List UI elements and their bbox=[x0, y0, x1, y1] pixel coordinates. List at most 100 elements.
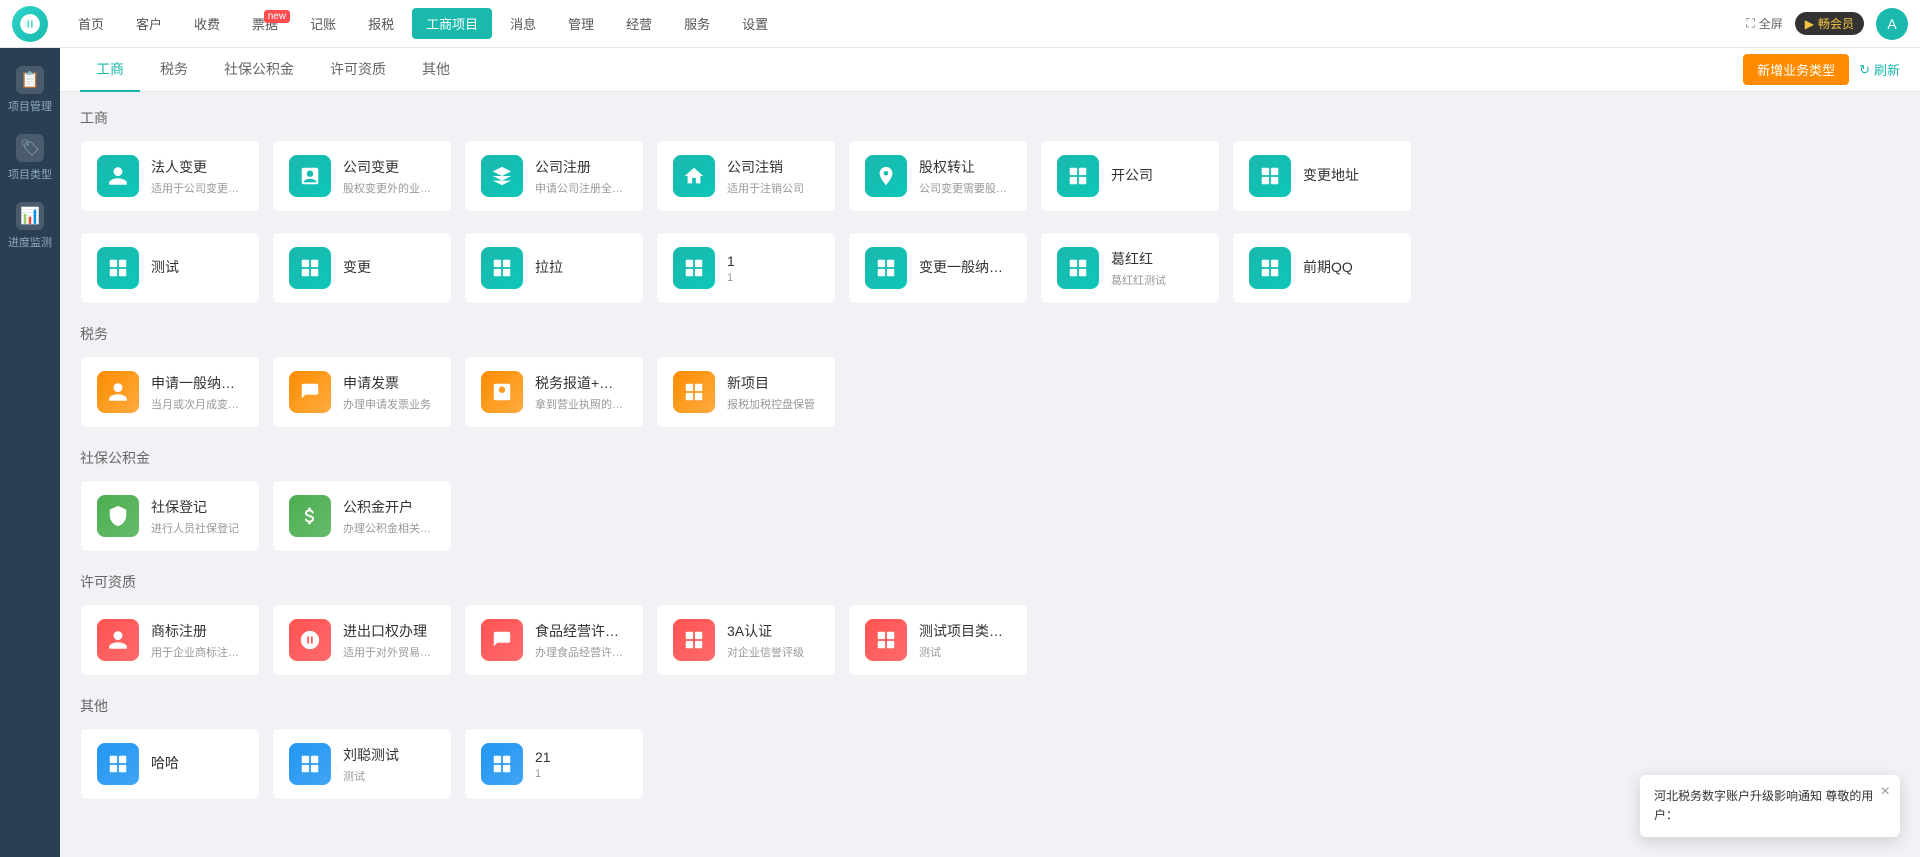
card-3a-renzheng[interactable]: 3A认证 对企业信誉评级 bbox=[656, 604, 836, 676]
lala-icon bbox=[481, 247, 523, 289]
main-content: 工商 税务 社保公积金 许可资质 其他 新增业务类型 ↻ 刷新 工商 法人变更 … bbox=[60, 48, 1920, 857]
tab-other[interactable]: 其他 bbox=[406, 48, 466, 92]
tab-shuiwu[interactable]: 税务 bbox=[144, 48, 204, 92]
nav-manage[interactable]: 管理 bbox=[554, 8, 608, 39]
biangeng-nashuiren-icon bbox=[865, 247, 907, 289]
sidebar-item-project-manage[interactable]: 📋 项目管理 bbox=[0, 56, 60, 124]
card-shangbiao-zhuce[interactable]: 商标注册 用于企业商标注册服务 bbox=[80, 604, 260, 676]
notification-panel: × 河北税务数字账户升级影响通知 尊敬的用户： bbox=[1640, 775, 1900, 837]
shipin-xuke-icon bbox=[481, 619, 523, 661]
card-gehonghong[interactable]: 葛红红 葛红红测试 bbox=[1040, 232, 1220, 304]
biangeng-dizhi-icon bbox=[1249, 155, 1291, 197]
vip-btn[interactable]: ▶ 畅会员 bbox=[1795, 12, 1864, 35]
sidebar-item-project-type[interactable]: 🏷 项目类型 bbox=[0, 124, 60, 192]
card-liucong-ceshi[interactable]: 刘聪测试 测试 bbox=[272, 728, 452, 800]
card-ceshi[interactable]: 测试 bbox=[80, 232, 260, 304]
shuiwu-baodao-icon bbox=[481, 371, 523, 413]
21-icon bbox=[481, 743, 523, 785]
section-gongshang-title: 工商 bbox=[80, 108, 1900, 128]
gehonghong-icon bbox=[1057, 247, 1099, 289]
avatar[interactable]: A bbox=[1876, 8, 1908, 40]
jinchukou-icon bbox=[289, 619, 331, 661]
tabs-right: 新增业务类型 ↻ 刷新 bbox=[1743, 54, 1900, 85]
shangbiao-zhuce-icon bbox=[97, 619, 139, 661]
section-other-title: 其他 bbox=[80, 696, 1900, 716]
project-type-icon: 🏷 bbox=[16, 134, 44, 162]
card-lala[interactable]: 拉拉 bbox=[464, 232, 644, 304]
card-biangeng2[interactable]: 变更 bbox=[272, 232, 452, 304]
refresh-icon: ↻ bbox=[1859, 62, 1870, 78]
nav-tax[interactable]: 报税 bbox=[354, 8, 408, 39]
shebao-dengji-icon bbox=[97, 495, 139, 537]
top-nav: 首页 客户 收费 票据 new 记账 报税 工商项目 消息 管理 经营 服务 设… bbox=[0, 0, 1920, 48]
notification-close-btn[interactable]: × bbox=[1881, 783, 1890, 801]
nav-customer[interactable]: 客户 bbox=[122, 8, 176, 39]
content-area: 工商 法人变更 适用于公司变更法人 公司变更 股权变更外的业务变更 bbox=[60, 92, 1920, 836]
faren-icon bbox=[97, 155, 139, 197]
gongjijin-kaihu-icon bbox=[289, 495, 331, 537]
liucong-ceshi-icon bbox=[289, 743, 331, 785]
faren-info: 法人变更 适用于公司变更法人 bbox=[151, 157, 243, 196]
xuke-cards: 商标注册 用于企业商标注册服务 进出口权办理 适用于对外贸易经营者 食品经营 bbox=[80, 604, 1900, 676]
card-one[interactable]: 1 1 bbox=[656, 232, 836, 304]
nav-message[interactable]: 消息 bbox=[496, 8, 550, 39]
ceshi-xiangmu-icon bbox=[865, 619, 907, 661]
shenqing-nashuiren-icon bbox=[97, 371, 139, 413]
card-ceshi-xiangmu[interactable]: 测试项目类型目定义 测试 bbox=[848, 604, 1028, 676]
progress-monitor-icon: 📊 bbox=[16, 202, 44, 230]
logo[interactable] bbox=[12, 6, 48, 42]
nav-service[interactable]: 服务 bbox=[670, 8, 724, 39]
card-gongjijin-kaihu[interactable]: 公积金开户 办理公积金相关业务 bbox=[272, 480, 452, 552]
card-qianqi-qq[interactable]: 前期QQ bbox=[1232, 232, 1412, 304]
vip-icon: ▶ bbox=[1805, 17, 1814, 31]
card-gongsi-zhuxiao[interactable]: 公司注销 适用于注销公司 bbox=[656, 140, 836, 212]
gongsi-zhuxiao-icon bbox=[673, 155, 715, 197]
xin-xiangmu-icon bbox=[673, 371, 715, 413]
nav-fee[interactable]: 收费 bbox=[180, 8, 234, 39]
nav-bookkeeping[interactable]: 记账 bbox=[296, 8, 350, 39]
card-haha[interactable]: 哈哈 bbox=[80, 728, 260, 800]
guquan-icon bbox=[865, 155, 907, 197]
tab-gongshang[interactable]: 工商 bbox=[80, 48, 140, 92]
card-shipin-xuke[interactable]: 食品经营许可证 办理食品经营许可证 bbox=[464, 604, 644, 676]
haha-icon bbox=[97, 743, 139, 785]
card-shenqing-fapiao[interactable]: 申请发票 办理申请发票业务 bbox=[272, 356, 452, 428]
gongsi-biangeng-icon bbox=[289, 155, 331, 197]
card-shuiwu-baodao[interactable]: 税务报道+记账 拿到营业执照的新公司 bbox=[464, 356, 644, 428]
nav-settings[interactable]: 设置 bbox=[728, 8, 782, 39]
fullscreen-btn[interactable]: ⛶ 全屏 bbox=[1746, 15, 1782, 32]
gongsi-biangeng-info: 公司变更 股权变更外的业务变更 bbox=[343, 157, 435, 196]
tab-xuke[interactable]: 许可资质 bbox=[314, 48, 402, 92]
card-xin-xiangmu[interactable]: 新项目 报税加税控盘保管 bbox=[656, 356, 836, 428]
nav-gongshang[interactable]: 工商项目 bbox=[412, 8, 492, 39]
card-biangeng-dizhi[interactable]: 变更地址 bbox=[1232, 140, 1412, 212]
shenqing-fapiao-icon bbox=[289, 371, 331, 413]
card-21[interactable]: 21 1 bbox=[464, 728, 644, 800]
add-business-type-btn[interactable]: 新增业务类型 bbox=[1743, 54, 1849, 85]
nav-right: ⛶ 全屏 ▶ 畅会员 A bbox=[1746, 8, 1908, 40]
notification-text: 河北税务数字账户升级影响通知 尊敬的用户： bbox=[1654, 787, 1886, 825]
card-shebao-dengji[interactable]: 社保登记 进行人员社保登记 bbox=[80, 480, 260, 552]
sidebar: 📋 项目管理 🏷 项目类型 📊 进度监测 bbox=[0, 48, 60, 857]
card-gongsi-zhuce[interactable]: 公司注册 申请公司注册全流程 bbox=[464, 140, 644, 212]
gongsi-zhuce-icon bbox=[481, 155, 523, 197]
card-gongsi-biangeng[interactable]: 公司变更 股权变更外的业务变更 bbox=[272, 140, 452, 212]
shebao-cards: 社保登记 进行人员社保登记 公积金开户 办理公积金相关业务 bbox=[80, 480, 1900, 552]
section-xuke-title: 许可资质 bbox=[80, 572, 1900, 592]
card-faren-biangeng[interactable]: 法人变更 适用于公司变更法人 bbox=[80, 140, 260, 212]
card-kai-gongsi[interactable]: 开公司 bbox=[1040, 140, 1220, 212]
other-cards: 哈哈 刘聪测试 测试 21 1 bbox=[80, 728, 1900, 800]
nav-business[interactable]: 经营 bbox=[612, 8, 666, 39]
card-jinchukou[interactable]: 进出口权办理 适用于对外贸易经营者 bbox=[272, 604, 452, 676]
refresh-btn[interactable]: ↻ 刷新 bbox=[1859, 60, 1900, 79]
card-guquan-zhuanrang[interactable]: 股权转让 公司变更需要股权转让 bbox=[848, 140, 1028, 212]
qianqi-qq-icon bbox=[1249, 247, 1291, 289]
sidebar-item-progress-monitor[interactable]: 📊 进度监测 bbox=[0, 192, 60, 260]
nav-ticket[interactable]: 票据 new bbox=[238, 8, 292, 39]
nav-home[interactable]: 首页 bbox=[64, 8, 118, 39]
card-shenqing-nashuiren[interactable]: 申请一般纳税人 当月或次月成变更完成 bbox=[80, 356, 260, 428]
card-biangeng-납세[interactable]: 变更一般纳税人 bbox=[848, 232, 1028, 304]
one-icon bbox=[673, 247, 715, 289]
tab-shebao[interactable]: 社保公积金 bbox=[208, 48, 310, 92]
new-badge: new bbox=[264, 10, 290, 23]
